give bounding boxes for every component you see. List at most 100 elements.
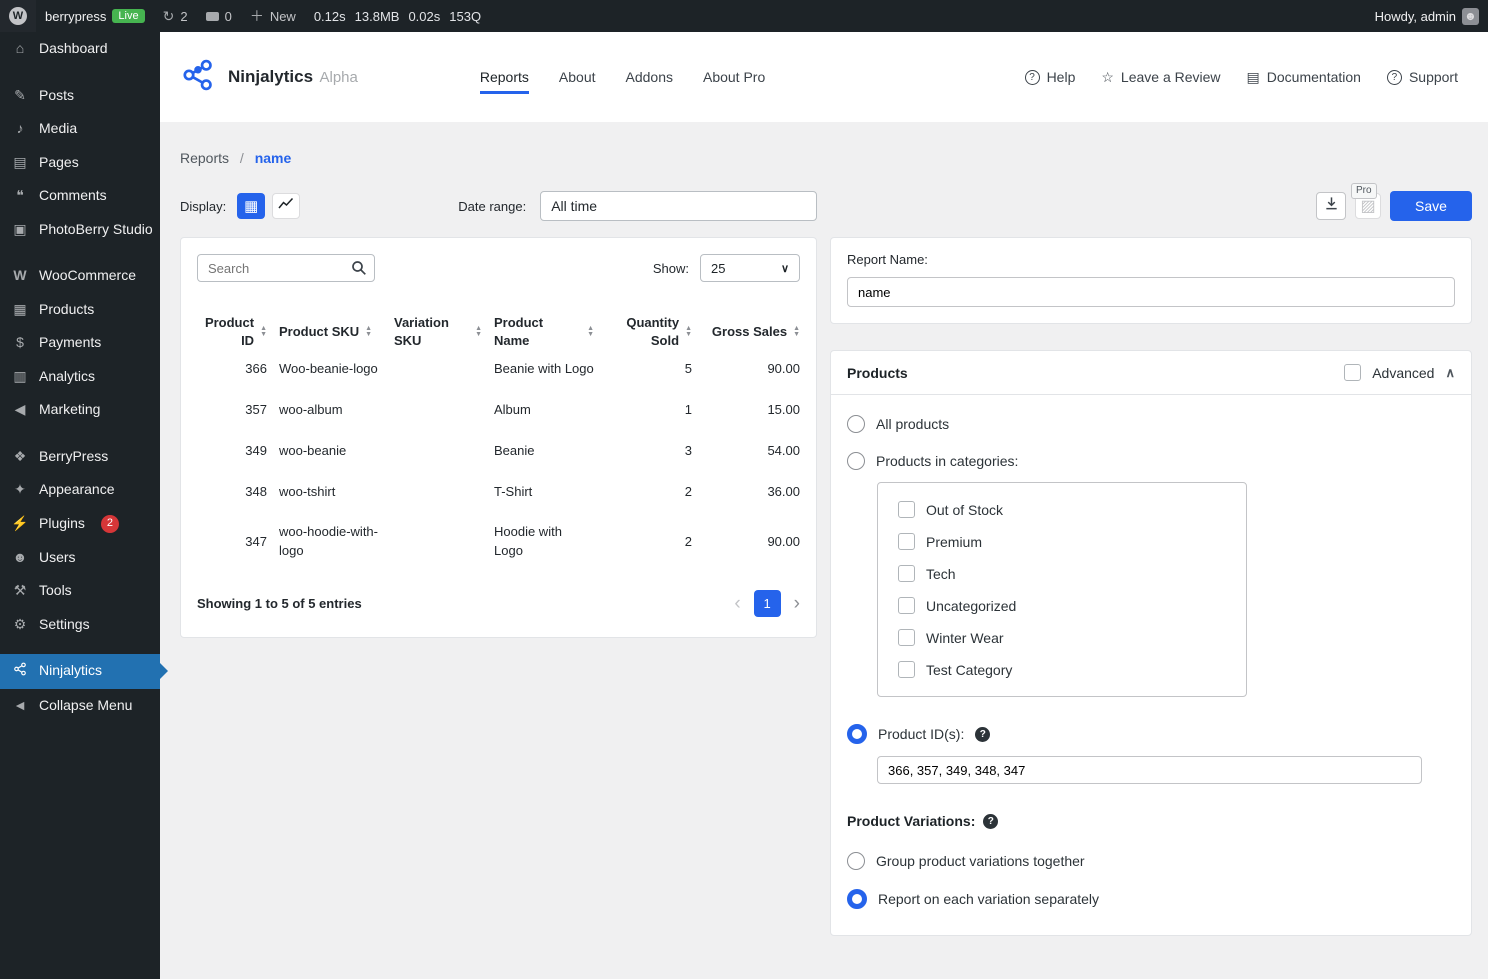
radio-unchecked-icon[interactable] xyxy=(847,452,865,470)
sidebar-item-photoberry-studio[interactable]: ▣ PhotoBerry Studio xyxy=(0,213,160,247)
avatar: ☻ xyxy=(1462,8,1479,25)
help-icon: ? xyxy=(1025,70,1040,85)
sidebar-item-woocommerce[interactable]: W WooCommerce xyxy=(0,259,160,293)
products-in-categories-radio-row[interactable]: Products in categories: xyxy=(847,452,1455,470)
sidebar-item-products[interactable]: ▦ Products xyxy=(0,293,160,327)
all-products-radio-row[interactable]: All products xyxy=(847,415,1455,433)
show-entries-select[interactable]: 25 ∨ xyxy=(700,254,800,282)
previous-page-icon[interactable]: ‹ xyxy=(734,593,740,615)
search-input[interactable] xyxy=(197,254,375,282)
advanced-checkbox[interactable] xyxy=(1344,364,1361,381)
product-ids-input[interactable] xyxy=(877,756,1422,784)
display-table-button[interactable]: ▦ xyxy=(237,193,265,219)
category-tech[interactable]: Tech xyxy=(898,565,1226,582)
berrypress-icon: ❖ xyxy=(11,448,29,466)
help-link[interactable]: ? Help xyxy=(1025,69,1076,85)
help-tooltip-icon[interactable]: ? xyxy=(983,814,998,829)
category-premium[interactable]: Premium xyxy=(898,533,1226,550)
tab-reports[interactable]: Reports xyxy=(480,69,529,94)
column-label: Product ID xyxy=(197,314,254,349)
leave-review-link[interactable]: ☆ Leave a Review xyxy=(1101,69,1220,86)
report-name-input[interactable] xyxy=(847,277,1455,307)
category-winter-wear[interactable]: Winter Wear xyxy=(898,629,1226,646)
documentation-link[interactable]: ▤ Documentation xyxy=(1247,69,1361,86)
column-header-product-sku[interactable]: Product SKU ▲▼ xyxy=(279,314,394,349)
separate-variations-radio-row[interactable]: Report on each variation separately xyxy=(847,889,1455,909)
page-number-button[interactable]: 1 xyxy=(754,590,781,617)
checkbox-icon[interactable] xyxy=(898,501,915,518)
sidebar-item-media[interactable]: ♪ Media xyxy=(0,112,160,146)
table-row[interactable]: 349 woo-beanie Beanie 3 54.00 xyxy=(197,431,800,472)
sidebar-item-users[interactable]: ☻ Users xyxy=(0,541,160,575)
sidebar-label: Users xyxy=(39,549,76,567)
account-menu[interactable]: Howdy, admin ☻ xyxy=(1366,0,1488,32)
comments-menu[interactable]: 0 xyxy=(197,0,241,32)
pro-feature-button[interactable]: Pro ▨ xyxy=(1355,193,1381,219)
checkbox-icon[interactable] xyxy=(898,629,915,646)
category-out-of-stock[interactable]: Out of Stock xyxy=(898,501,1226,518)
help-tooltip-icon[interactable]: ? xyxy=(975,727,990,742)
radio-unchecked-icon[interactable] xyxy=(847,852,865,870)
checkbox-icon[interactable] xyxy=(898,533,915,550)
save-button[interactable]: Save xyxy=(1390,191,1472,221)
next-page-icon[interactable]: › xyxy=(794,593,800,615)
column-header-variation-sku[interactable]: Variation SKU ▲▼ xyxy=(394,314,494,349)
sidebar-item-appearance[interactable]: ✦ Appearance xyxy=(0,473,160,507)
tab-about[interactable]: About xyxy=(559,69,596,94)
sidebar-item-marketing[interactable]: ◀ Marketing xyxy=(0,393,160,427)
checkbox-icon[interactable] xyxy=(898,597,915,614)
checkbox-icon[interactable] xyxy=(898,661,915,678)
sidebar-item-plugins[interactable]: ⚡ Plugins 2 xyxy=(0,507,160,541)
breadcrumb-reports[interactable]: Reports xyxy=(180,150,229,166)
column-header-quantity-sold[interactable]: Quantity Sold ▲▼ xyxy=(606,314,704,349)
sidebar-item-payments[interactable]: $ Payments xyxy=(0,326,160,360)
category-test-category[interactable]: Test Category xyxy=(898,661,1226,678)
export-button[interactable] xyxy=(1316,192,1346,220)
support-link[interactable]: ? Support xyxy=(1387,69,1458,85)
sidebar-item-ninjalytics[interactable]: Ninjalytics xyxy=(0,654,160,689)
new-content-menu[interactable]: ＋ New xyxy=(241,0,305,32)
column-header-product-name[interactable]: Product Name ▲▼ xyxy=(494,314,606,349)
date-range-input[interactable] xyxy=(540,191,817,221)
sidebar-item-analytics[interactable]: ▥ Analytics xyxy=(0,360,160,394)
checkbox-icon[interactable] xyxy=(898,565,915,582)
sidebar-label: Pages xyxy=(39,154,79,172)
sidebar-item-dashboard[interactable]: ⌂ Dashboard xyxy=(0,32,160,66)
report-name-card: Report Name: xyxy=(830,237,1472,324)
radio-checked-icon[interactable] xyxy=(847,724,867,744)
sidebar-item-collapse-menu[interactable]: ◄ Collapse Menu xyxy=(0,689,160,723)
sidebar-item-berrypress[interactable]: ❖ BerryPress xyxy=(0,440,160,474)
search-wrap xyxy=(197,254,375,282)
wordpress-menu[interactable]: W xyxy=(0,0,36,32)
chevron-down-icon: ∨ xyxy=(781,262,789,275)
sidebar-item-pages[interactable]: ▤ Pages xyxy=(0,146,160,180)
table-row[interactable]: 348 woo-tshirt T-Shirt 2 36.00 xyxy=(197,472,800,513)
product-ids-radio-row[interactable]: Product ID(s): ? xyxy=(847,724,1455,744)
updates-menu[interactable]: ↻ 2 xyxy=(154,0,197,32)
tab-addons[interactable]: Addons xyxy=(626,69,673,94)
site-name-menu[interactable]: berrypress Live xyxy=(36,0,154,32)
category-uncategorized[interactable]: Uncategorized xyxy=(898,597,1226,614)
sidebar-item-comments[interactable]: ❝ Comments xyxy=(0,179,160,213)
sort-down-icon: ▼ xyxy=(685,332,692,338)
sidebar-separator xyxy=(0,246,160,259)
group-variations-radio-row[interactable]: Group product variations together xyxy=(847,852,1455,870)
radio-checked-icon[interactable] xyxy=(847,889,867,909)
download-icon xyxy=(1324,196,1339,216)
plugins-icon: ⚡ xyxy=(11,515,29,533)
column-header-product-id[interactable]: Product ID ▲▼ xyxy=(197,314,279,349)
sidebar-item-posts[interactable]: ✎ Posts xyxy=(0,79,160,113)
advanced-toggle[interactable]: Advanced ∧ xyxy=(1344,364,1455,381)
table-row[interactable]: 357 woo-album Album 1 15.00 xyxy=(197,390,800,431)
table-row[interactable]: 347 woo-hoodie-with-logo Hoodie with Log… xyxy=(197,512,800,572)
radio-unchecked-icon[interactable] xyxy=(847,415,865,433)
tab-about-pro[interactable]: About Pro xyxy=(703,69,765,94)
sidebar-label: Ninjalytics xyxy=(39,662,102,680)
table-row[interactable]: 366 Woo-beanie-logo Beanie with Logo 5 9… xyxy=(197,349,800,390)
sidebar-item-tools[interactable]: ⚒ Tools xyxy=(0,574,160,608)
sort-icons: ▲▼ xyxy=(260,326,267,338)
chevron-up-icon[interactable]: ∧ xyxy=(1445,365,1455,381)
display-chart-button[interactable] xyxy=(272,193,300,219)
sidebar-item-settings[interactable]: ⚙ Settings xyxy=(0,608,160,642)
column-header-gross-sales[interactable]: Gross Sales ▲▼ xyxy=(704,314,800,349)
